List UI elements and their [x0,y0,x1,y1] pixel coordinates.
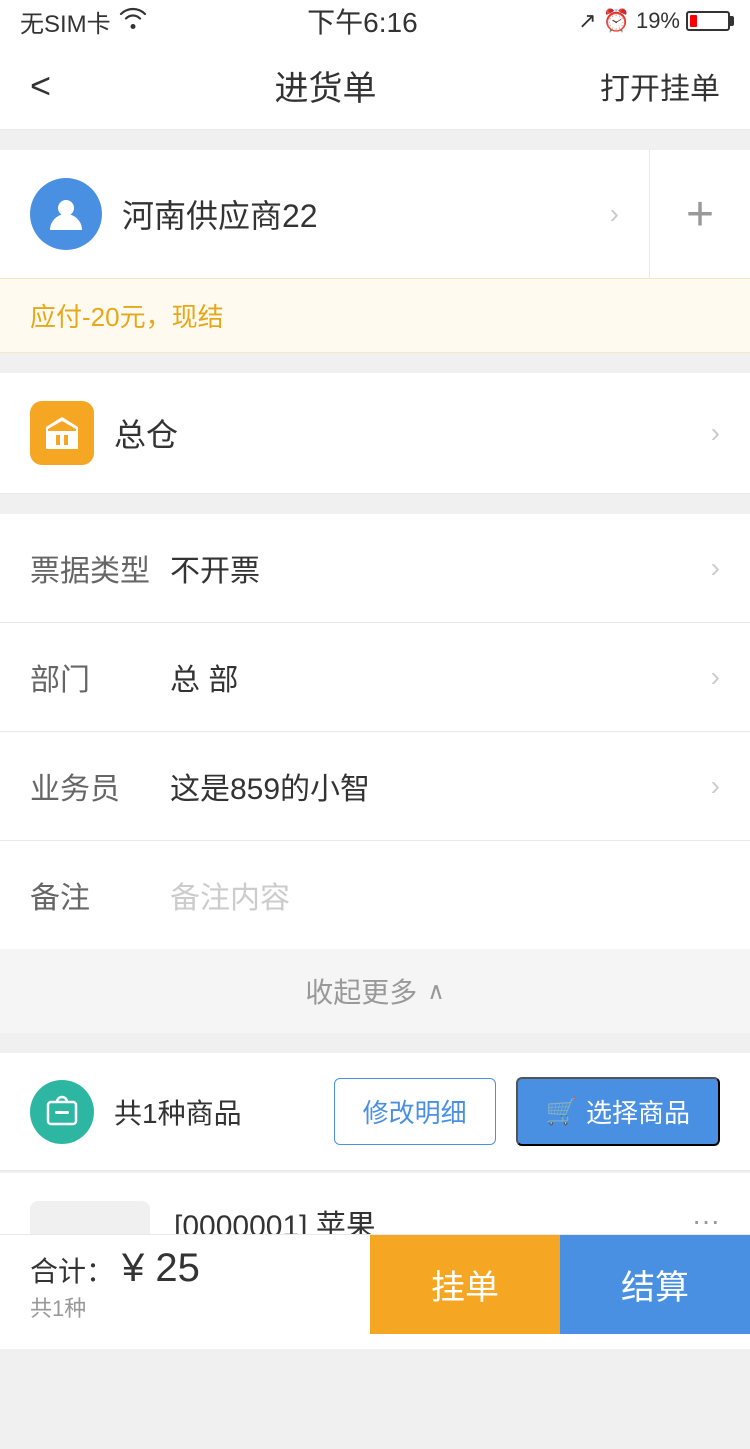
supplier-section: 河南供应商22 › + [0,150,750,278]
hang-button[interactable]: 挂单 [370,1235,560,1334]
section-divider-1 [0,130,750,150]
invoice-chevron-icon: › [711,552,720,584]
department-chevron-icon: › [711,661,720,693]
notice-text: 应付-20元，现结 [30,302,224,332]
remark-row[interactable]: 备注 备注内容 [0,841,750,949]
select-product-button[interactable]: 🛒 选择商品 [516,1077,720,1146]
section-divider-2 [0,353,750,373]
section-divider-4 [0,1033,750,1053]
collapse-label: 收起更多 [305,971,417,1011]
status-right: ↗ ⏰ 19% [578,8,730,34]
nav-bar: < 进货单 打开挂单 [0,42,750,130]
bottom-spacer [0,1349,750,1449]
edit-detail-button[interactable]: 修改明细 [334,1078,496,1145]
warehouse-section[interactable]: 总仓 › [0,373,750,493]
supplier-row[interactable]: 河南供应商22 › [0,150,650,278]
remark-label: 备注 [30,873,170,917]
total-label: 合计： [30,1250,114,1290]
collapse-bar[interactable]: 收起更多 ∧ [0,949,750,1033]
product-more-button[interactable]: ··· [692,1201,720,1237]
department-value: 总 部 [170,655,701,699]
products-header: 共1种商品 修改明细 🛒 选择商品 [0,1053,750,1170]
supplier-name: 河南供应商22 [122,191,600,237]
warehouse-name: 总仓 [114,410,701,456]
total-sub: 共1种 [30,1291,340,1323]
chevron-right-icon: › [610,198,619,230]
invoice-label: 票据类型 [30,546,170,590]
checkout-button[interactable]: 结算 [560,1235,750,1334]
products-icon [30,1080,94,1144]
battery-percent: 19% [636,8,680,34]
invoice-type-row[interactable]: 票据类型 不开票 › [0,514,750,622]
products-count: 共1种商品 [114,1092,314,1132]
add-supplier-button[interactable]: + [650,150,750,278]
warehouse-icon [30,401,94,465]
section-divider-3 [0,494,750,514]
total-section: 合计： ¥ 25 共1种 [0,1235,370,1334]
alarm-icon: ⏰ [603,8,630,34]
salesperson-value: 这是859的小智 [170,764,701,808]
battery-icon [686,11,730,31]
more-icon: ··· [692,1205,720,1237]
salesperson-row[interactable]: 业务员 这是859的小智 › [0,732,750,840]
status-time: 下午6:16 [307,1,418,41]
department-label: 部门 [30,655,170,699]
open-hang-button[interactable]: 打开挂单 [600,64,720,108]
form-section: 票据类型 不开票 › 部门 总 部 › 业务员 这是859的小智 › 备注 备注… [0,514,750,949]
invoice-value: 不开票 [170,546,701,590]
hang-label: 挂单 [431,1260,499,1309]
department-row[interactable]: 部门 总 部 › [0,623,750,731]
supplier-avatar [30,178,102,250]
wifi-icon [119,7,147,36]
divider-products [0,1170,750,1171]
salesperson-chevron-icon: › [711,770,720,802]
back-button[interactable]: < [30,65,51,107]
warehouse-chevron-icon: › [711,417,720,449]
select-product-label: 选择商品 [586,1093,690,1130]
carrier-text: 无SIM卡 [20,4,111,39]
remark-input[interactable]: 备注内容 [170,873,720,917]
page-title: 进货单 [275,61,377,110]
salesperson-label: 业务员 [30,764,170,808]
notice-bar: 应付-20元，现结 [0,278,750,353]
location-icon: ↗ [578,8,596,34]
bottom-bar: 合计： ¥ 25 共1种 挂单 结算 [0,1234,750,1334]
collapse-icon: ∧ [427,977,445,1006]
checkout-label: 结算 [621,1260,689,1309]
select-product-icon: 🛒 [546,1096,578,1127]
total-amount: ¥ 25 [122,1246,200,1291]
status-bar: 无SIM卡 下午6:16 ↗ ⏰ 19% [0,0,750,42]
status-left: 无SIM卡 [20,4,147,39]
